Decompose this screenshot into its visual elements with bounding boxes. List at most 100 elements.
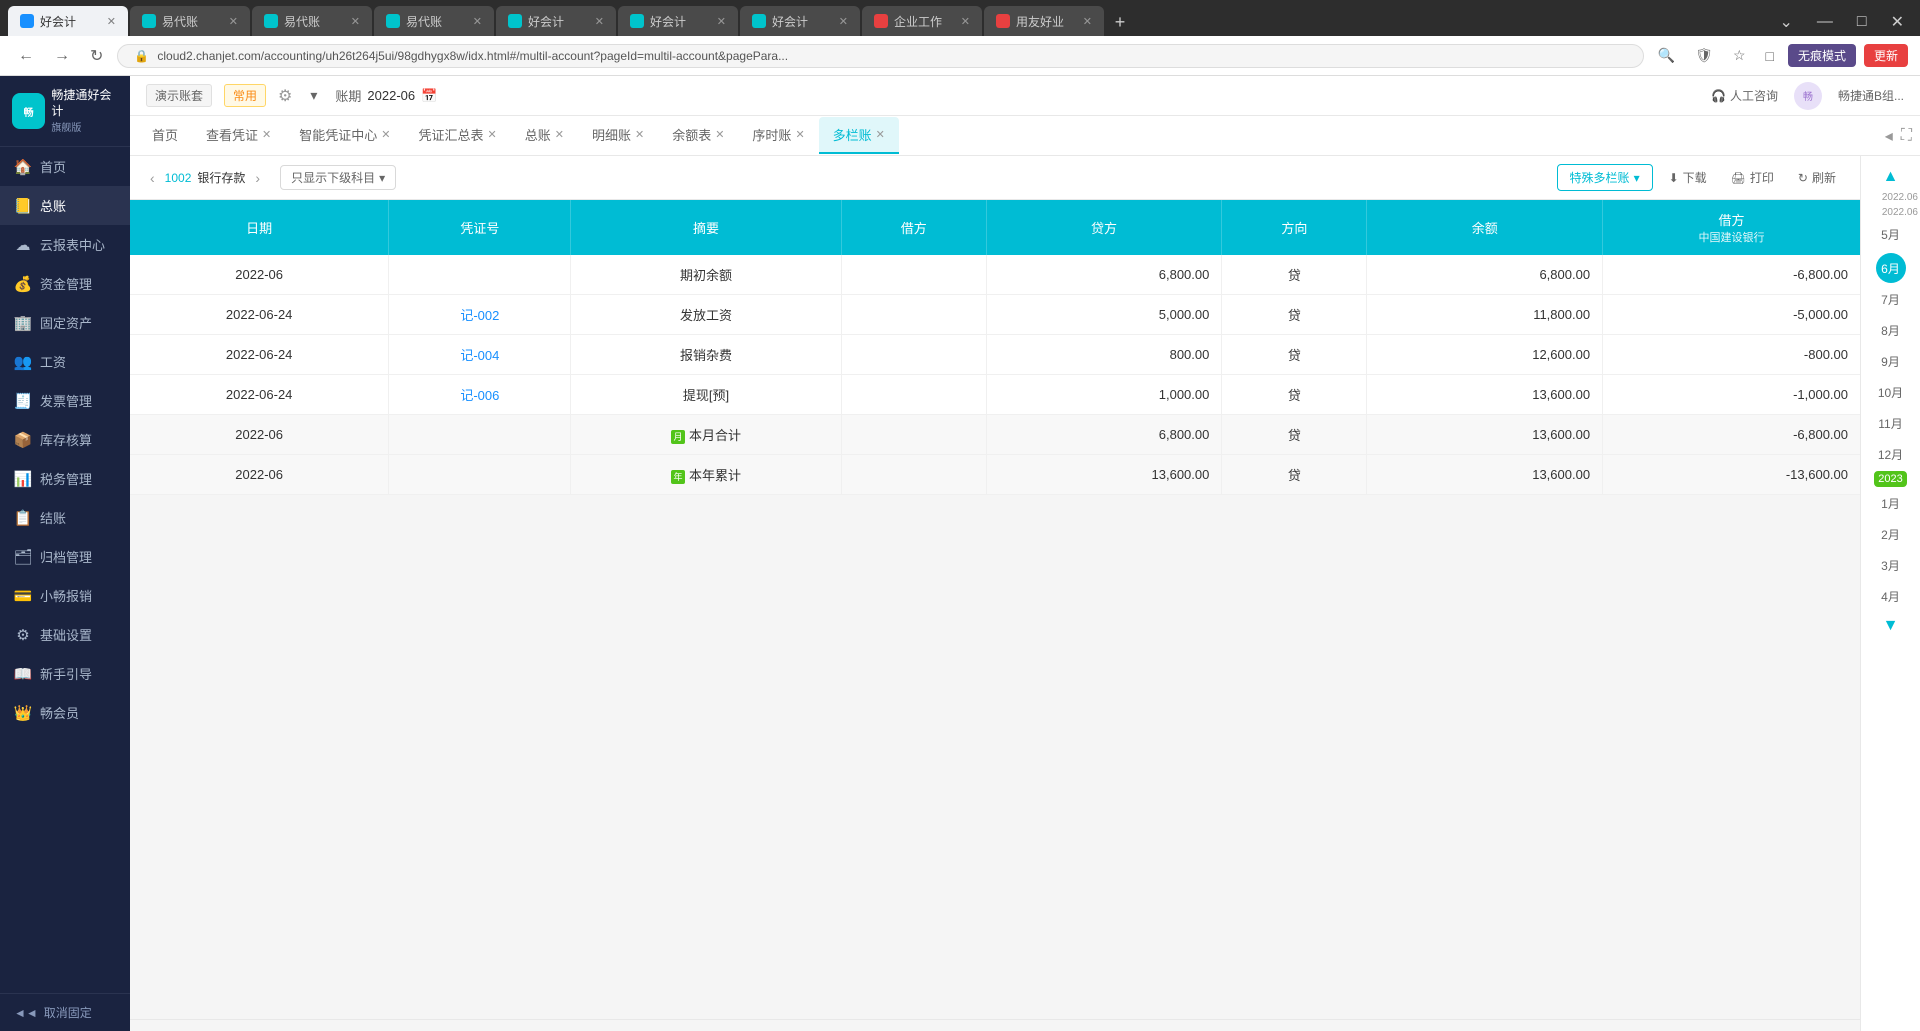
- tab-close-icon[interactable]: ✕: [1083, 15, 1092, 28]
- month-10[interactable]: 10月: [1869, 378, 1913, 407]
- filter-dropdown[interactable]: 只显示下级科目 ▾: [280, 165, 396, 190]
- collapse-right-icon[interactable]: ◂: [1885, 126, 1893, 146]
- shield-icon[interactable]: 🛡: [1689, 43, 1719, 68]
- month-3-2023[interactable]: 3月: [1869, 551, 1913, 580]
- month-9[interactable]: 9月: [1869, 347, 1913, 376]
- scroll-up-button[interactable]: ▲: [1879, 164, 1903, 190]
- sidebar-item-member[interactable]: 👑 畅会员: [0, 693, 130, 732]
- tab-voucher-summary[interactable]: 凭证汇总表 ✕: [404, 117, 510, 154]
- tab-yidaizhang-1[interactable]: 易代账 ✕: [130, 6, 250, 36]
- tab-close-icon[interactable]: ✕: [961, 15, 970, 28]
- download-button[interactable]: ⬇ 下载: [1661, 165, 1715, 190]
- update-button[interactable]: 更新: [1864, 44, 1908, 67]
- month-4-2023[interactable]: 4月: [1869, 582, 1913, 611]
- tab-close-icon[interactable]: ✕: [717, 15, 726, 28]
- maximize-icon[interactable]: □: [1849, 9, 1875, 35]
- close-window-icon[interactable]: ✕: [1883, 8, 1912, 36]
- tab-haokuaiji-3[interactable]: 好会计 ✕: [618, 6, 738, 36]
- common-badge[interactable]: 常用: [224, 84, 266, 107]
- voucher-link[interactable]: 记-006: [460, 388, 499, 403]
- sidebar-item-fixed-assets[interactable]: 🏢 固定资产: [0, 303, 130, 342]
- tab-close-icon[interactable]: ✕: [107, 15, 116, 28]
- minimize-icon[interactable]: ⌄: [1772, 8, 1801, 36]
- tab-haokuaiji-2[interactable]: 好会计 ✕: [496, 6, 616, 36]
- month-8[interactable]: 8月: [1869, 316, 1913, 345]
- month-2-2023[interactable]: 2月: [1869, 520, 1913, 549]
- tab-home[interactable]: 首页: [138, 117, 192, 154]
- print-button[interactable]: 🖨 打印: [1723, 165, 1782, 190]
- refresh-button[interactable]: ↻ 刷新: [1790, 165, 1844, 190]
- tab-multi-column[interactable]: 多栏账 ✕: [819, 117, 899, 154]
- tab-detail-ledger[interactable]: 明细账 ✕: [578, 117, 658, 154]
- tab-haokuaiji-4[interactable]: 好会计 ✕: [740, 6, 860, 36]
- screenshot-icon[interactable]: □: [1760, 44, 1780, 68]
- next-account-button[interactable]: ›: [251, 168, 264, 188]
- tab-yidaizhang-3[interactable]: 易代账 ✕: [374, 6, 494, 36]
- tab-view-voucher-close[interactable]: ✕: [262, 128, 271, 141]
- month-5[interactable]: 5月: [1869, 220, 1913, 249]
- search-icon[interactable]: 🔍: [1652, 43, 1681, 68]
- prev-account-button[interactable]: ‹: [146, 168, 159, 188]
- forward-button[interactable]: →: [48, 43, 76, 69]
- tab-balance[interactable]: 余额表 ✕: [658, 117, 738, 154]
- sidebar-item-cloud-reports[interactable]: ☁ 云报表中心: [0, 225, 130, 264]
- voucher-link[interactable]: 记-004: [460, 348, 499, 363]
- tab-chronological-close[interactable]: ✕: [795, 128, 804, 141]
- tab-close-icon[interactable]: ✕: [229, 15, 238, 28]
- tab-chronological[interactable]: 序时账 ✕: [738, 117, 818, 154]
- sidebar-item-guide[interactable]: 📖 新手引导: [0, 654, 130, 693]
- tab-voucher-summary-close[interactable]: ✕: [488, 128, 497, 141]
- month-12[interactable]: 12月: [1869, 440, 1913, 469]
- horizontal-scrollbar[interactable]: [130, 1019, 1860, 1031]
- star-icon[interactable]: ☆: [1727, 43, 1752, 68]
- tab-yidaizhang-2[interactable]: 易代账 ✕: [252, 6, 372, 36]
- sidebar-item-home[interactable]: 🏠 首页: [0, 147, 130, 186]
- scroll-down-button[interactable]: ▼: [1879, 613, 1903, 639]
- special-multi-ledger-button[interactable]: 特殊多栏账 ▾: [1557, 164, 1653, 191]
- sidebar-item-ledger[interactable]: 📒 总账: [0, 186, 130, 225]
- tab-multi-column-close[interactable]: ✕: [876, 128, 885, 141]
- tab-enterprise[interactable]: 企业工作 ✕: [862, 6, 982, 36]
- tab-close-icon[interactable]: ✕: [473, 15, 482, 28]
- month-6-active[interactable]: 6月: [1876, 253, 1906, 283]
- back-button[interactable]: ←: [12, 43, 40, 69]
- tab-general-ledger-close[interactable]: ✕: [555, 128, 564, 141]
- sidebar-item-inventory[interactable]: 📦 库存核算: [0, 420, 130, 459]
- month-1-2023[interactable]: 1月: [1869, 489, 1913, 518]
- sidebar-item-closing[interactable]: 📋 结账: [0, 498, 130, 537]
- no-trace-button[interactable]: 无痕模式: [1788, 44, 1856, 67]
- sidebar-item-invoice[interactable]: 🧾 发票管理: [0, 381, 130, 420]
- tab-detail-ledger-close[interactable]: ✕: [635, 128, 644, 141]
- dropdown-icon[interactable]: ▾: [304, 83, 323, 108]
- month-11[interactable]: 11月: [1869, 409, 1913, 438]
- refresh-button[interactable]: ↻: [84, 42, 109, 70]
- sidebar-item-archive[interactable]: 🗂 归档管理: [0, 537, 130, 576]
- unpin-button[interactable]: ◄◄ 取消固定: [0, 993, 130, 1031]
- month-7[interactable]: 7月: [1869, 285, 1913, 314]
- period-value: 2022-06: [367, 88, 415, 103]
- tab-haokuaiji-active[interactable]: 好会计 ✕: [8, 6, 128, 36]
- tab-close-icon[interactable]: ✕: [839, 15, 848, 28]
- settings-gear-icon[interactable]: ⚙: [278, 86, 292, 106]
- calendar-icon[interactable]: 📅: [421, 88, 437, 104]
- expand-icon[interactable]: ⛶: [1901, 127, 1912, 145]
- tab-smart-voucher[interactable]: 智能凭证中心 ✕: [285, 117, 404, 154]
- tab-view-voucher[interactable]: 查看凭证 ✕: [192, 117, 285, 154]
- new-tab-button[interactable]: +: [1106, 8, 1134, 36]
- tab-close-icon[interactable]: ✕: [351, 15, 360, 28]
- sidebar-item-salary[interactable]: 👥 工资: [0, 342, 130, 381]
- tab-close-icon[interactable]: ✕: [595, 15, 604, 28]
- tab-yonyou[interactable]: 用友好业 ✕: [984, 6, 1104, 36]
- tab-general-ledger[interactable]: 总账 ✕: [511, 117, 578, 154]
- url-input[interactable]: 🔒 cloud2.chanjet.com/accounting/uh26t264…: [117, 44, 1643, 68]
- consult-button[interactable]: 🎧 人工咨询: [1711, 87, 1778, 104]
- tab-balance-close[interactable]: ✕: [715, 128, 724, 141]
- sidebar-item-expense[interactable]: 💳 小畅报销: [0, 576, 130, 615]
- sidebar-item-funds[interactable]: 💰 资金管理: [0, 264, 130, 303]
- tab-smart-voucher-close[interactable]: ✕: [381, 128, 390, 141]
- window-restore-icon[interactable]: —: [1809, 9, 1841, 35]
- sidebar-item-settings[interactable]: ⚙ 基础设置: [0, 615, 130, 654]
- sidebar-item-tax[interactable]: 📊 税务管理: [0, 459, 130, 498]
- voucher-link[interactable]: 记-002: [460, 308, 499, 323]
- account-code: 1002: [165, 171, 192, 185]
